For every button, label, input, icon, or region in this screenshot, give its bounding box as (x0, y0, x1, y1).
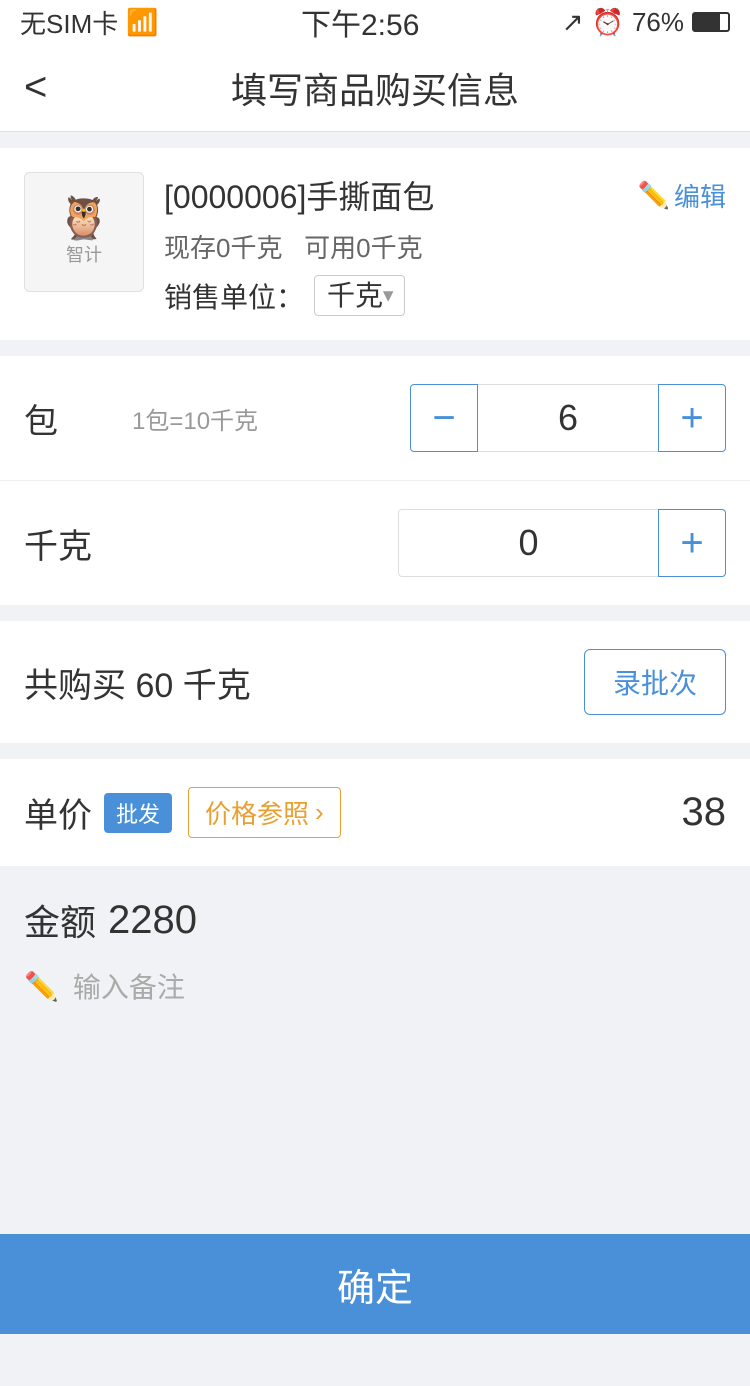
unit-select-wrapper[interactable]: 千克 (314, 275, 405, 316)
product-owl-icon: 🦉 (58, 197, 110, 239)
package-label: 包 (24, 394, 124, 443)
product-info: [0000006]手撕面包 ✏️ 编辑 现存0千克 可用0千克 销售单位： 千克 (164, 172, 726, 316)
package-input-control: − + (410, 384, 726, 452)
product-section: 🦉 智计 [0000006]手撕面包 ✏️ 编辑 现存0千克 可用0千克 销售单… (0, 148, 750, 340)
edit-icon: ✏️ (638, 180, 670, 211)
note-label: 输入备注 (73, 966, 185, 1006)
amount-label: 金额 (24, 894, 96, 946)
available-label: 可用0千克 (304, 233, 422, 263)
battery-icon (692, 12, 730, 32)
status-left: 无SIM卡 📶 (20, 4, 159, 41)
summary-section: 共购买 60 千克 录批次 (0, 621, 750, 743)
price-value: 38 (682, 790, 727, 835)
product-thumbnail: 🦉 智计 (24, 172, 144, 292)
product-name-row: [0000006]手撕面包 ✏️ 编辑 (164, 172, 726, 218)
input-section: 包 1包=10千克 − + 千克 + (0, 356, 750, 605)
wifi-icon: 📶 (126, 7, 158, 38)
product-id: [0000006] (164, 179, 306, 215)
pencil-icon: ✏️ (24, 970, 59, 1003)
edit-link[interactable]: ✏️ 编辑 (638, 177, 726, 214)
unit-select[interactable]: 千克 (314, 275, 405, 316)
page-title: 填写商品购买信息 (231, 62, 519, 114)
unit-prefix-label: 销售单位： (164, 276, 304, 316)
amount-section: 金额 2280 ✏️ 输入备注 (0, 866, 750, 1026)
price-batch-tag: 批发 (104, 793, 172, 833)
edit-label: 编辑 (674, 177, 726, 214)
nav-bar: < 填写商品购买信息 (0, 44, 750, 132)
status-time: 下午2:56 (301, 0, 419, 44)
amount-row: 金额 2280 (24, 894, 726, 946)
alarm-icon: ⏰ (592, 7, 624, 38)
kg-input-control: + (398, 509, 726, 577)
package-minus-button[interactable]: − (410, 384, 478, 452)
summary-text: 共购买 60 千克 (24, 658, 251, 707)
product-name: [0000006]手撕面包 (164, 172, 434, 218)
price-label: 单价 (24, 788, 92, 837)
kg-plus-button[interactable]: + (658, 509, 726, 577)
product-stock: 现存0千克 可用0千克 (164, 228, 726, 265)
package-plus-button[interactable]: + (658, 384, 726, 452)
status-right: ↗ ⏰ 76% (562, 7, 730, 38)
product-unit-row: 销售单位： 千克 (164, 275, 726, 316)
product-title: 手撕面包 (306, 179, 434, 215)
package-input-row: 包 1包=10千克 − + (0, 356, 750, 481)
product-owl-sublabel: 智计 (66, 241, 102, 267)
price-ref-label: 价格参照 (205, 794, 309, 831)
note-row[interactable]: ✏️ 输入备注 (24, 966, 726, 1006)
amount-value: 2280 (108, 898, 197, 943)
confirm-button[interactable]: 确定 (0, 1234, 750, 1334)
battery-label: 76% (632, 7, 684, 38)
kg-label: 千克 (24, 519, 124, 568)
package-sub-label: 1包=10千克 (132, 401, 258, 436)
location-icon: ↗ (562, 7, 584, 38)
package-qty-input[interactable] (478, 384, 658, 452)
price-section: 单价 批发 价格参照 › 38 (0, 759, 750, 866)
batch-button[interactable]: 录批次 (584, 649, 726, 715)
status-bar: 无SIM卡 📶 下午2:56 ↗ ⏰ 76% (0, 0, 750, 44)
kg-qty-input[interactable] (398, 509, 658, 577)
kg-input-row: 千克 + (0, 481, 750, 605)
price-ref-arrow: › (315, 797, 324, 828)
carrier-label: 无SIM卡 (20, 4, 118, 41)
stock-label: 现存0千克 (164, 233, 282, 263)
price-ref-button[interactable]: 价格参照 › (188, 787, 341, 838)
back-button[interactable]: < (24, 65, 47, 110)
